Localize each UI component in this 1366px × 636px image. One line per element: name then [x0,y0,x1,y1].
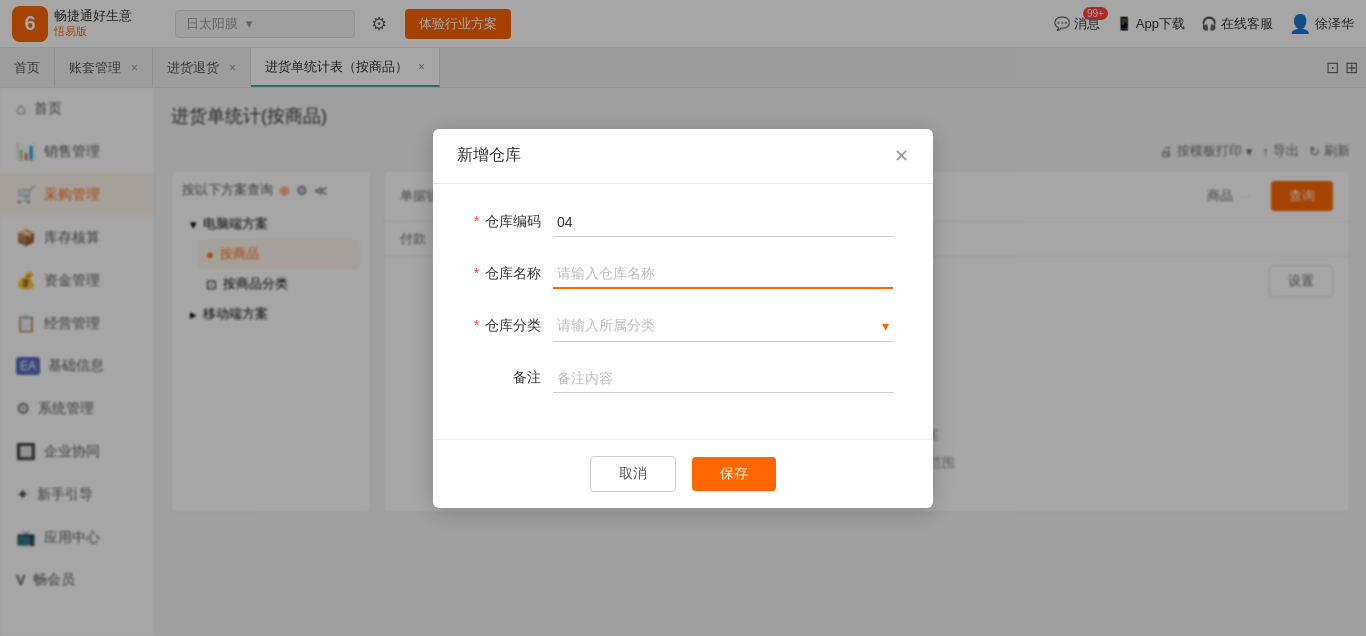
category-select[interactable]: 请输入所属分类 ▾ [553,311,893,342]
modal-title: 新增仓库 [457,145,521,166]
name-input[interactable] [553,259,893,289]
code-label: * 仓库编码 [473,213,553,231]
modal-close-button[interactable]: ✕ [894,145,909,167]
category-placeholder: 请输入所属分类 [557,317,655,335]
form-row-category: * 仓库分类 请输入所属分类 ▾ [473,311,893,342]
modal-footer: 取消 保存 [433,439,933,508]
save-button[interactable]: 保存 [692,457,776,491]
modal-overlay: 新增仓库 ✕ * 仓库编码 * 仓库名称 [0,0,1366,636]
modal-header: 新增仓库 ✕ [433,129,933,184]
code-input[interactable] [553,208,893,237]
cancel-button[interactable]: 取消 [590,456,676,492]
note-label: 备注 [473,369,553,387]
category-label: * 仓库分类 [473,317,553,335]
note-input[interactable] [553,364,893,393]
form-row-code: * 仓库编码 [473,208,893,237]
modal: 新增仓库 ✕ * 仓库编码 * 仓库名称 [433,129,933,508]
name-label: * 仓库名称 [473,265,553,283]
form-row-name: * 仓库名称 [473,259,893,289]
select-chevron-icon: ▾ [882,318,889,334]
modal-body: * 仓库编码 * 仓库名称 * 仓库分类 请输入所属 [433,184,933,439]
form-row-note: 备注 [473,364,893,393]
